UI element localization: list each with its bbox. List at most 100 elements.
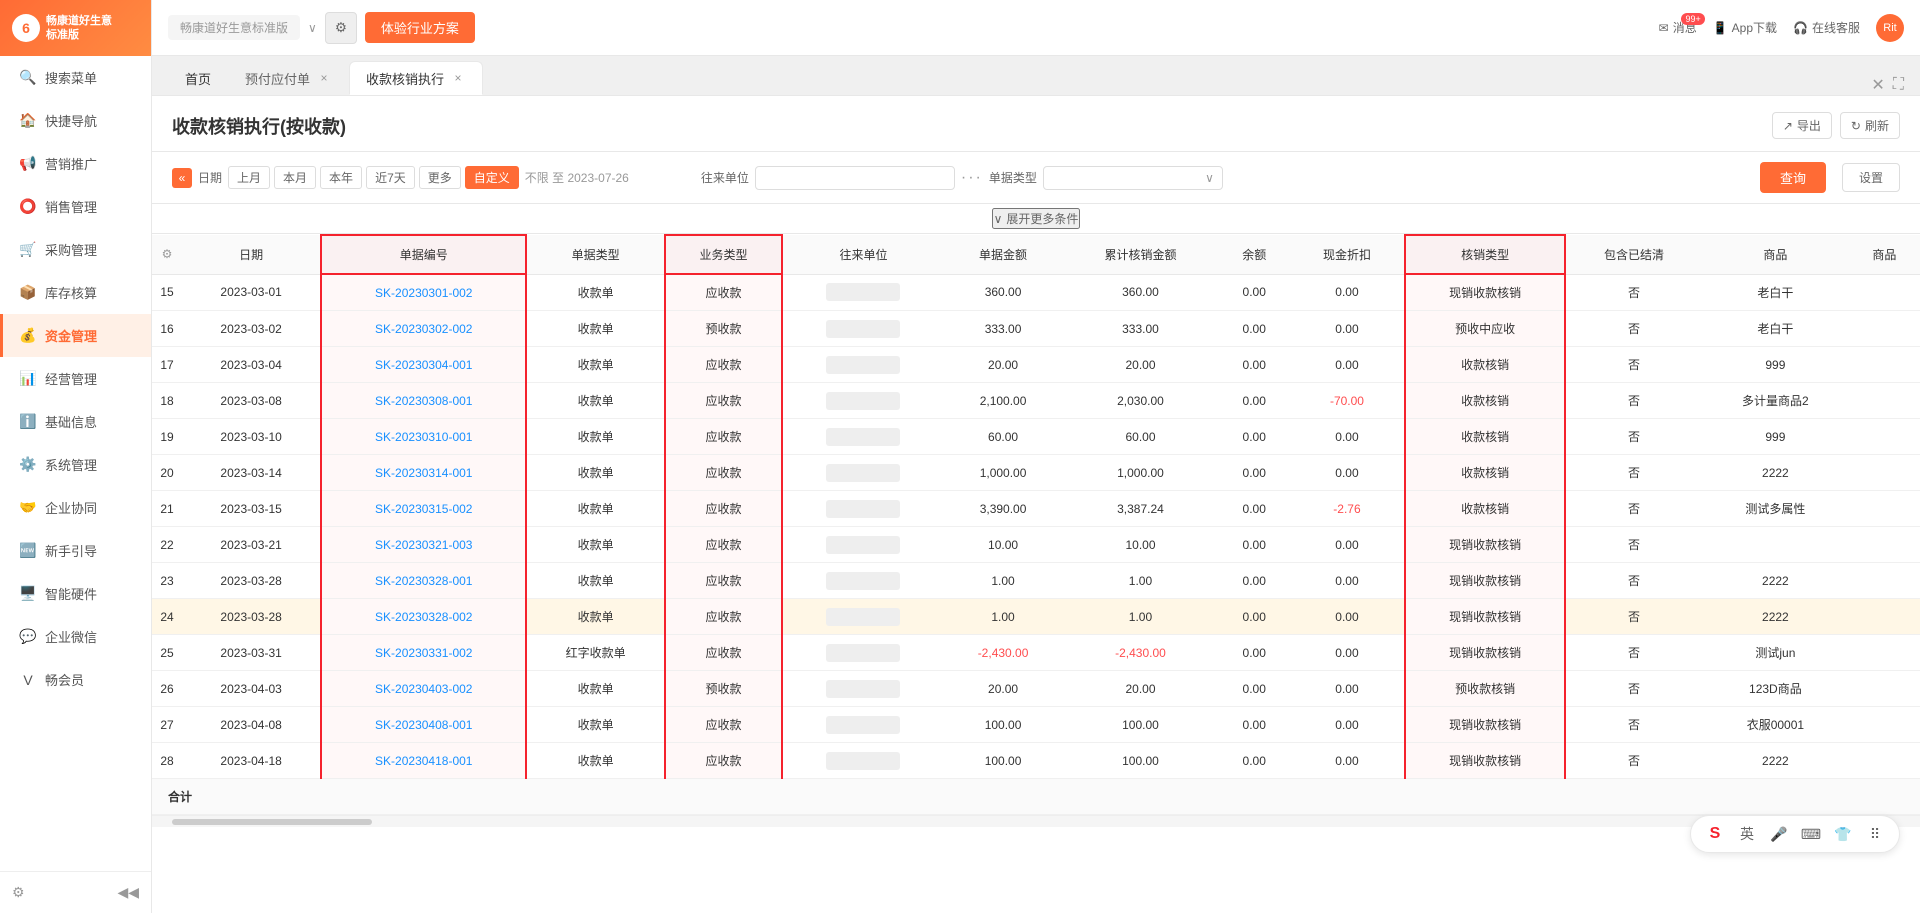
single-no-link-17[interactable]: SK-20230304-001 [375,358,472,372]
sidebar-item-finance[interactable]: 💰资金管理 [0,314,151,357]
date-btn-this-month[interactable]: 本月 [274,166,316,189]
single-no-link-20[interactable]: SK-20230314-001 [375,466,472,480]
header-settings-button[interactable]: ⚙ [325,12,357,44]
tab-prepay[interactable]: 预付应付单 × [228,61,349,95]
date-btn-this-year[interactable]: 本年 [320,166,362,189]
date-btn-7days[interactable]: 近7天 [366,166,415,189]
tab-prepay-close[interactable]: × [316,70,332,86]
filter-settings-button[interactable]: 设置 [1842,163,1900,192]
tab-verify-close[interactable]: × [450,70,466,86]
sidebar-item-search[interactable]: 🔍搜索菜单 [0,56,151,99]
float-shirt-icon[interactable]: 👕 [1831,822,1855,846]
float-s-icon[interactable]: S [1703,822,1727,846]
refresh-button[interactable]: ↻ 刷新 [1840,112,1900,139]
table-row[interactable]: 18 2023-03-08 SK-20230308-001 收款单 应收款 ██… [152,383,1920,419]
table-row[interactable]: 15 2023-03-01 SK-20230301-002 收款单 应收款 ██… [152,274,1920,311]
single-no-link-26[interactable]: SK-20230403-002 [375,682,472,696]
cell-discount-19: 0.00 [1290,419,1405,455]
date-btn-more[interactable]: 更多 [419,166,461,189]
filter-collapse-icon[interactable]: « [172,168,192,188]
online-service-item[interactable]: 🎧 在线客服 [1793,19,1860,36]
messages-item[interactable]: ✉ 消息 99+ [1659,19,1697,36]
cell-amount-21: 3,390.00 [944,491,1063,527]
table-row[interactable]: 21 2023-03-15 SK-20230315-002 收款单 应收款 ██… [152,491,1920,527]
sidebar-item-guide[interactable]: 🆕新手引导 [0,529,151,572]
dropdown-arrow-icon[interactable]: ∨ [308,21,317,35]
cell-verify-type-18: 收款核销 [1405,383,1565,419]
cell-include-settled-18: 否 [1565,383,1702,419]
cell-cumulative-28: 100.00 [1062,743,1218,779]
sidebar-item-member[interactable]: V畅会员 [0,658,151,701]
settings-icon[interactable]: ⚙ [12,884,25,901]
tab-verify[interactable]: 收款核销执行 × [349,61,483,95]
horizontal-scrollbar[interactable] [152,815,1920,827]
partner-filter-input[interactable] [755,166,955,190]
single-no-link-18[interactable]: SK-20230308-001 [375,394,472,408]
cell-verify-type-23: 现销收款核销 [1405,563,1565,599]
page-title: 收款核销执行(按收款) [172,113,346,139]
tab-fullscreen-icon[interactable]: ⛶ [1893,76,1904,94]
user-avatar[interactable]: Rit [1876,14,1904,42]
table-row[interactable]: 17 2023-03-04 SK-20230304-001 收款单 应收款 ██… [152,347,1920,383]
single-no-link-28[interactable]: SK-20230418-001 [375,754,472,768]
hardware-icon: 🖥️ [19,585,37,603]
receipt-type-select[interactable]: ∨ [1043,166,1223,190]
table-row[interactable]: 22 2023-03-21 SK-20230321-003 收款单 应收款 ██… [152,527,1920,563]
sidebar-item-operation[interactable]: 📊经营管理 [0,357,151,400]
col-goods: 商品 [1702,235,1849,274]
sidebar-item-marketing[interactable]: 📢营销推广 [0,142,151,185]
cell-balance-19: 0.00 [1219,419,1290,455]
sidebar-item-quick[interactable]: 🏠快捷导航 [0,99,151,142]
table-row[interactable]: 24 2023-03-28 SK-20230328-002 收款单 应收款 ██… [152,599,1920,635]
table-row[interactable]: 25 2023-03-31 SK-20230331-002 红字收款单 应收款 … [152,635,1920,671]
col-settings[interactable]: ⚙ [152,235,182,274]
cell-cumulative-17: 20.00 [1062,347,1218,383]
sidebar-item-inventory[interactable]: 📦库存核算 [0,271,151,314]
date-btn-last-month[interactable]: 上月 [228,166,270,189]
cell-goods2-20 [1849,455,1920,491]
cell-single-type-20: 收款单 [526,455,665,491]
sidebar-label-enterprise: 企业协同 [45,498,97,517]
query-button[interactable]: 查询 [1760,162,1826,193]
table-row[interactable]: 27 2023-04-08 SK-20230408-001 收款单 应收款 ██… [152,707,1920,743]
logo-sub: 标准版 [46,28,112,42]
cell-amount-17: 20.00 [944,347,1063,383]
sidebar-item-system[interactable]: ⚙️系统管理 [0,443,151,486]
single-no-link-24[interactable]: SK-20230328-002 [375,610,472,624]
table-row[interactable]: 19 2023-03-10 SK-20230310-001 收款单 应收款 ██… [152,419,1920,455]
cell-goods-22 [1702,527,1849,563]
single-no-link-21[interactable]: SK-20230315-002 [375,502,472,516]
sidebar-item-hardware[interactable]: 🖥️智能硬件 [0,572,151,615]
sidebar-item-sales[interactable]: ⭕销售管理 [0,185,151,228]
table-row[interactable]: 16 2023-03-02 SK-20230302-002 收款单 预收款 ██… [152,311,1920,347]
single-no-link-23[interactable]: SK-20230328-001 [375,574,472,588]
sidebar-item-purchase[interactable]: 🛒采购管理 [0,228,151,271]
float-english-icon[interactable]: 英 [1735,822,1759,846]
sidebar-item-enterprise[interactable]: 🤝企业协同 [0,486,151,529]
table-row[interactable]: 26 2023-04-03 SK-20230403-002 收款单 预收款 ██… [152,671,1920,707]
app-download-item[interactable]: 📱 App下载 [1713,19,1777,36]
table-row[interactable]: 28 2023-04-18 SK-20230418-001 收款单 应收款 ██… [152,743,1920,779]
cell-amount-27: 100.00 [944,707,1063,743]
float-mic-icon[interactable]: 🎤 [1767,822,1791,846]
date-btn-custom[interactable]: 自定义 [465,166,519,189]
table-row[interactable]: 20 2023-03-14 SK-20230314-001 收款单 应收款 ██… [152,455,1920,491]
sidebar-item-basic[interactable]: ℹ️基础信息 [0,400,151,443]
single-no-link-22[interactable]: SK-20230321-003 [375,538,472,552]
single-no-link-27[interactable]: SK-20230408-001 [375,718,472,732]
export-button[interactable]: ↗ 导出 [1772,112,1832,139]
tab-close-all-icon[interactable]: ✕ [1871,75,1884,95]
tab-home[interactable]: 首页 [168,61,228,95]
expand-more-button[interactable]: ∨ 展开更多条件 [992,208,1081,229]
industry-button[interactable]: 体验行业方案 [365,12,475,43]
table-row[interactable]: 23 2023-03-28 SK-20230328-001 收款单 应收款 ██… [152,563,1920,599]
single-no-link-16[interactable]: SK-20230302-002 [375,322,472,336]
sidebar-item-wechat[interactable]: 💬企业微信 [0,615,151,658]
single-no-link-15[interactable]: SK-20230301-002 [375,286,472,300]
collapse-icon[interactable]: ◀◀ [117,884,139,901]
float-keyboard-icon[interactable]: ⌨ [1799,822,1823,846]
single-no-link-19[interactable]: SK-20230310-001 [375,430,472,444]
single-no-link-25[interactable]: SK-20230331-002 [375,646,472,660]
cell-biz-type-17: 应收款 [665,347,782,383]
float-more-icon[interactable]: ⠿ [1863,822,1887,846]
